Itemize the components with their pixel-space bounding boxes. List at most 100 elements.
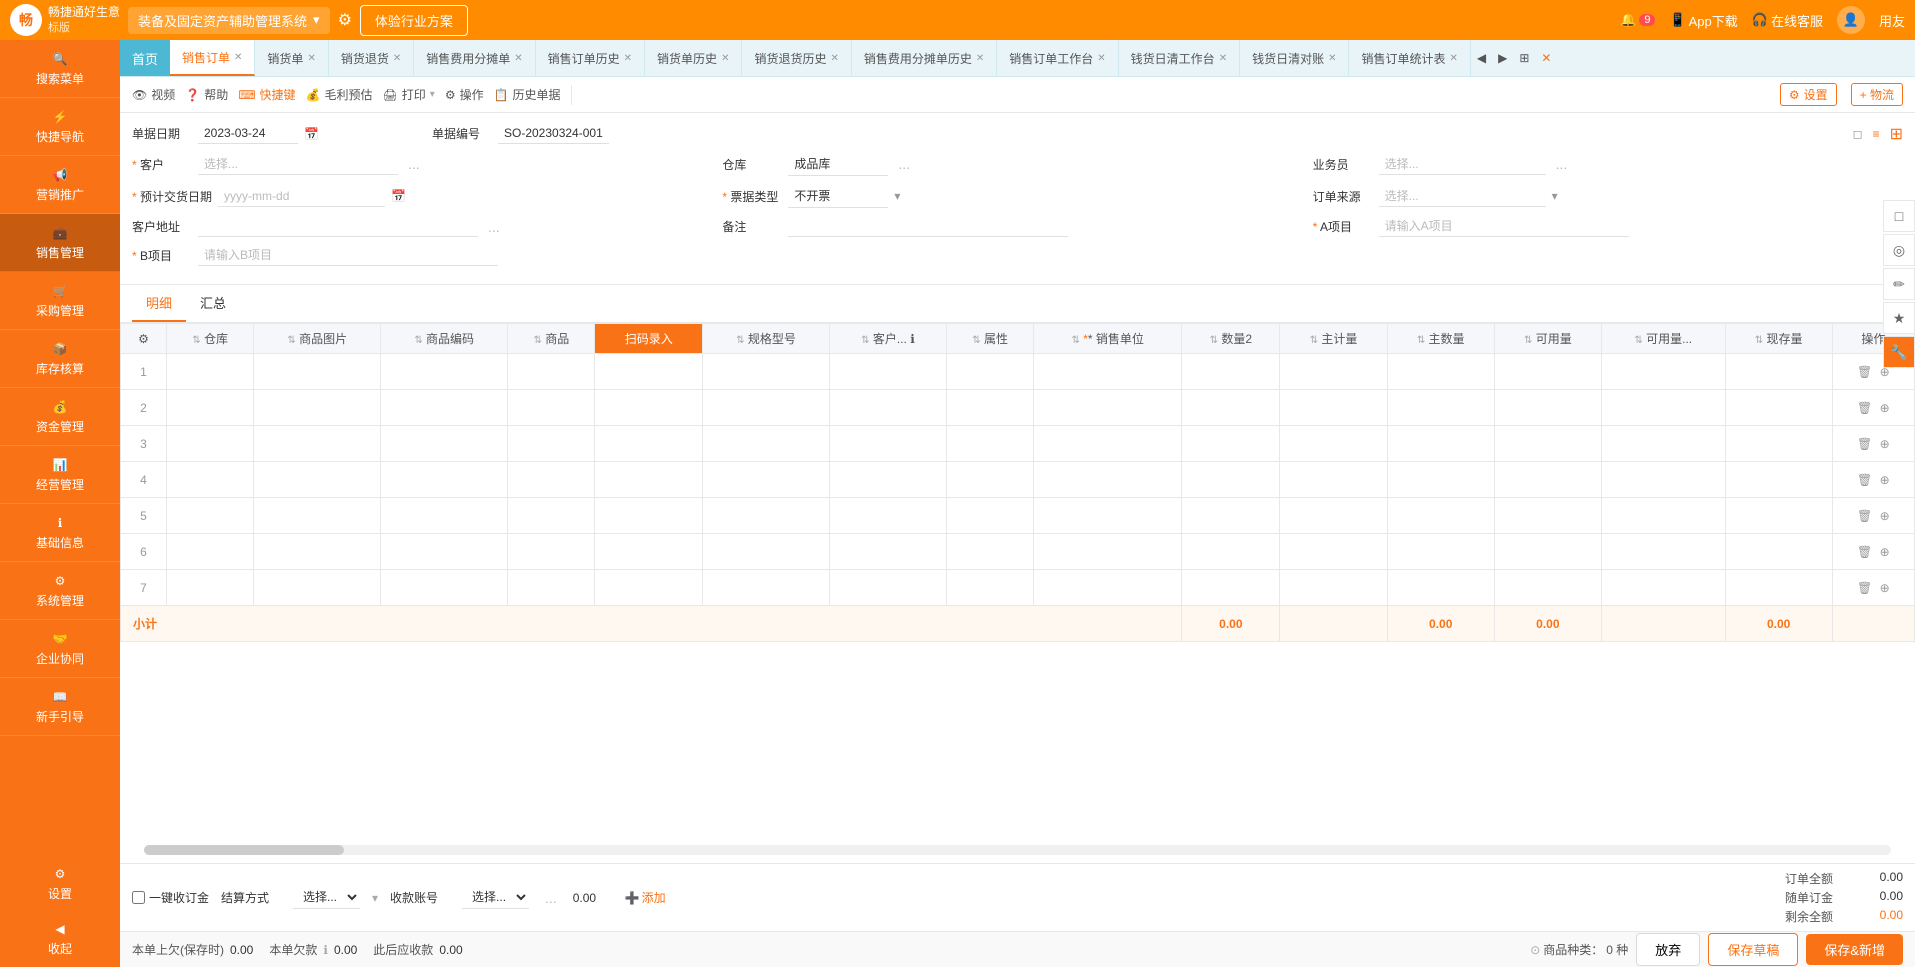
toolbar-logistics-btn[interactable]: + 物流 xyxy=(1851,83,1903,106)
row-qty2-5[interactable] xyxy=(1182,498,1280,534)
tab-close-all-btn[interactable]: ✕ xyxy=(1535,40,1557,76)
row-code-6[interactable] xyxy=(381,534,508,570)
tab-order-history[interactable]: 销售订单历史 ✕ xyxy=(536,40,645,76)
row-code-3[interactable] xyxy=(381,426,508,462)
sidebar-item-finance[interactable]: 💰 资金管理 xyxy=(0,388,120,446)
view-list-icon[interactable]: ≡ xyxy=(1873,127,1880,141)
tab-return-history[interactable]: 销货退货历史 ✕ xyxy=(742,40,851,76)
toolbar-view-btn[interactable]: 👁 视频 xyxy=(132,86,175,103)
row-main-qty-7[interactable] xyxy=(1387,570,1494,606)
app-title[interactable]: 装备及固定资产辅助管理系统 ▾ xyxy=(128,7,330,34)
tab-sales-fee[interactable]: 销售费用分摊单 ✕ xyxy=(414,40,535,76)
row-unit-5[interactable] xyxy=(1034,498,1182,534)
toolbar-history-btn[interactable]: 📋 历史单据 xyxy=(494,86,561,103)
table-scrollbar[interactable] xyxy=(120,837,1915,863)
sidebar-item-search[interactable]: 🔍 搜索菜单 xyxy=(0,40,120,98)
row-product-3[interactable] xyxy=(508,426,595,462)
sidebar-item-system[interactable]: ⚙ 系统管理 xyxy=(0,562,120,620)
order-source-input[interactable] xyxy=(1379,186,1546,207)
row-main-qty-5[interactable] xyxy=(1387,498,1494,534)
right-panel-btn-4[interactable]: ★ xyxy=(1883,302,1915,334)
col-qty2[interactable]: ⇅ 数量2 xyxy=(1182,324,1280,354)
tab-detail[interactable]: 明细 xyxy=(132,285,186,322)
staff-input[interactable] xyxy=(1379,154,1546,175)
order-source-dropdown-icon[interactable]: ▾ xyxy=(1552,189,1558,203)
row-customer-3[interactable] xyxy=(830,426,947,462)
tab-close-stats[interactable]: ✕ xyxy=(1450,53,1458,64)
delivery-date-input[interactable] xyxy=(218,186,385,207)
toolbar-help-btn[interactable]: ❓ 帮助 xyxy=(185,86,228,103)
sidebar-collapse-btn[interactable]: ◀ 收起 xyxy=(0,912,120,967)
col-customer[interactable]: ⇅ 客户... ℹ xyxy=(830,324,947,354)
row-spec-1[interactable] xyxy=(703,354,830,390)
row-qty2-4[interactable] xyxy=(1182,462,1280,498)
col-image[interactable]: ⇅ 商品图片 xyxy=(254,324,381,354)
tab-daily-workbench[interactable]: 钱货日清工作台 ✕ xyxy=(1119,40,1240,76)
row-customer-7[interactable] xyxy=(830,570,947,606)
row-attr-2[interactable] xyxy=(946,390,1033,426)
row-delete-btn-1[interactable]: 🗑 xyxy=(1857,365,1872,379)
row-main-qty-1[interactable] xyxy=(1387,354,1494,390)
row-product-4[interactable] xyxy=(508,462,595,498)
tab-close-daily-reconcile[interactable]: ✕ xyxy=(1328,53,1336,64)
row-delete-btn-4[interactable]: 🗑 xyxy=(1857,473,1872,487)
warehouse-more-btn[interactable]: ... xyxy=(894,156,914,172)
dropdown-arrow-icon[interactable]: ▾ xyxy=(313,12,320,28)
view-switch-icon[interactable]: ◻ xyxy=(1853,127,1863,141)
tab-close-sales-order[interactable]: ✕ xyxy=(234,52,242,63)
row-product-2[interactable] xyxy=(508,390,595,426)
tab-sales-order[interactable]: 销售订单 ✕ xyxy=(170,40,255,76)
row-attr-7[interactable] xyxy=(946,570,1033,606)
account-more-btn[interactable]: ... xyxy=(541,890,561,906)
col-product[interactable]: ⇅ 商品 xyxy=(508,324,595,354)
tab-close-sales-slip[interactable]: ✕ xyxy=(307,53,315,64)
row-attr-6[interactable] xyxy=(946,534,1033,570)
message-btn[interactable]: 🔔 9 xyxy=(1620,12,1655,28)
tab-sales-return[interactable]: 销货退货 ✕ xyxy=(329,40,414,76)
row-code-4[interactable] xyxy=(381,462,508,498)
tab-close-daily-workbench[interactable]: ✕ xyxy=(1219,53,1227,64)
tab-home[interactable]: 首页 xyxy=(120,40,170,76)
col-stock[interactable]: ⇅ 现存量 xyxy=(1725,324,1832,354)
quick-payment-input[interactable] xyxy=(132,891,145,904)
row-code-7[interactable] xyxy=(381,570,508,606)
row-main-qty-2[interactable] xyxy=(1387,390,1494,426)
row-warehouse-3[interactable] xyxy=(166,426,253,462)
b-project-input[interactable] xyxy=(198,245,498,266)
row-attr-1[interactable] xyxy=(946,354,1033,390)
quick-payment-checkbox[interactable]: 一键收订金 xyxy=(132,889,209,906)
row-unit-7[interactable] xyxy=(1034,570,1182,606)
tab-prev-btn[interactable]: ◀ xyxy=(1471,40,1492,76)
row-copy-btn-6[interactable]: ⊕ xyxy=(1880,545,1890,559)
row-spec-7[interactable] xyxy=(703,570,830,606)
row-unit-4[interactable] xyxy=(1034,462,1182,498)
row-delete-btn-7[interactable]: 🗑 xyxy=(1857,581,1872,595)
row-unit-3[interactable] xyxy=(1034,426,1182,462)
row-qty2-6[interactable] xyxy=(1182,534,1280,570)
row-product-5[interactable] xyxy=(508,498,595,534)
row-product-1[interactable] xyxy=(508,354,595,390)
row-spec-5[interactable] xyxy=(703,498,830,534)
row-attr-4[interactable] xyxy=(946,462,1033,498)
sidebar-item-quicknav[interactable]: ⚡ 快捷导航 xyxy=(0,98,120,156)
row-qty2-2[interactable] xyxy=(1182,390,1280,426)
sidebar-item-base[interactable]: ℹ 基础信息 xyxy=(0,504,120,562)
row-code-1[interactable] xyxy=(381,354,508,390)
tab-summary[interactable]: 汇总 xyxy=(186,285,240,322)
col-main-qty[interactable]: ⇅ 主数量 xyxy=(1387,324,1494,354)
tab-close-order-history[interactable]: ✕ xyxy=(624,53,632,64)
tab-daily-reconcile[interactable]: 钱货日清对账 ✕ xyxy=(1240,40,1349,76)
settings-icon[interactable]: ⚙ xyxy=(338,10,352,30)
delivery-calendar-icon[interactable]: 📅 xyxy=(391,189,406,203)
row-code-5[interactable] xyxy=(381,498,508,534)
tab-close-return-history[interactable]: ✕ xyxy=(830,53,838,64)
row-customer-4[interactable] xyxy=(830,462,947,498)
right-panel-btn-5[interactable]: 🔧 xyxy=(1883,336,1915,368)
col-available2[interactable]: ⇅ 可用量... xyxy=(1601,324,1725,354)
row-product-7[interactable] xyxy=(508,570,595,606)
tab-close-slip-history[interactable]: ✕ xyxy=(721,53,729,64)
note-input[interactable] xyxy=(788,216,1068,237)
right-panel-btn-3[interactable]: ✏ xyxy=(1883,268,1915,300)
customer-input[interactable] xyxy=(198,154,398,175)
row-warehouse-1[interactable] xyxy=(166,354,253,390)
